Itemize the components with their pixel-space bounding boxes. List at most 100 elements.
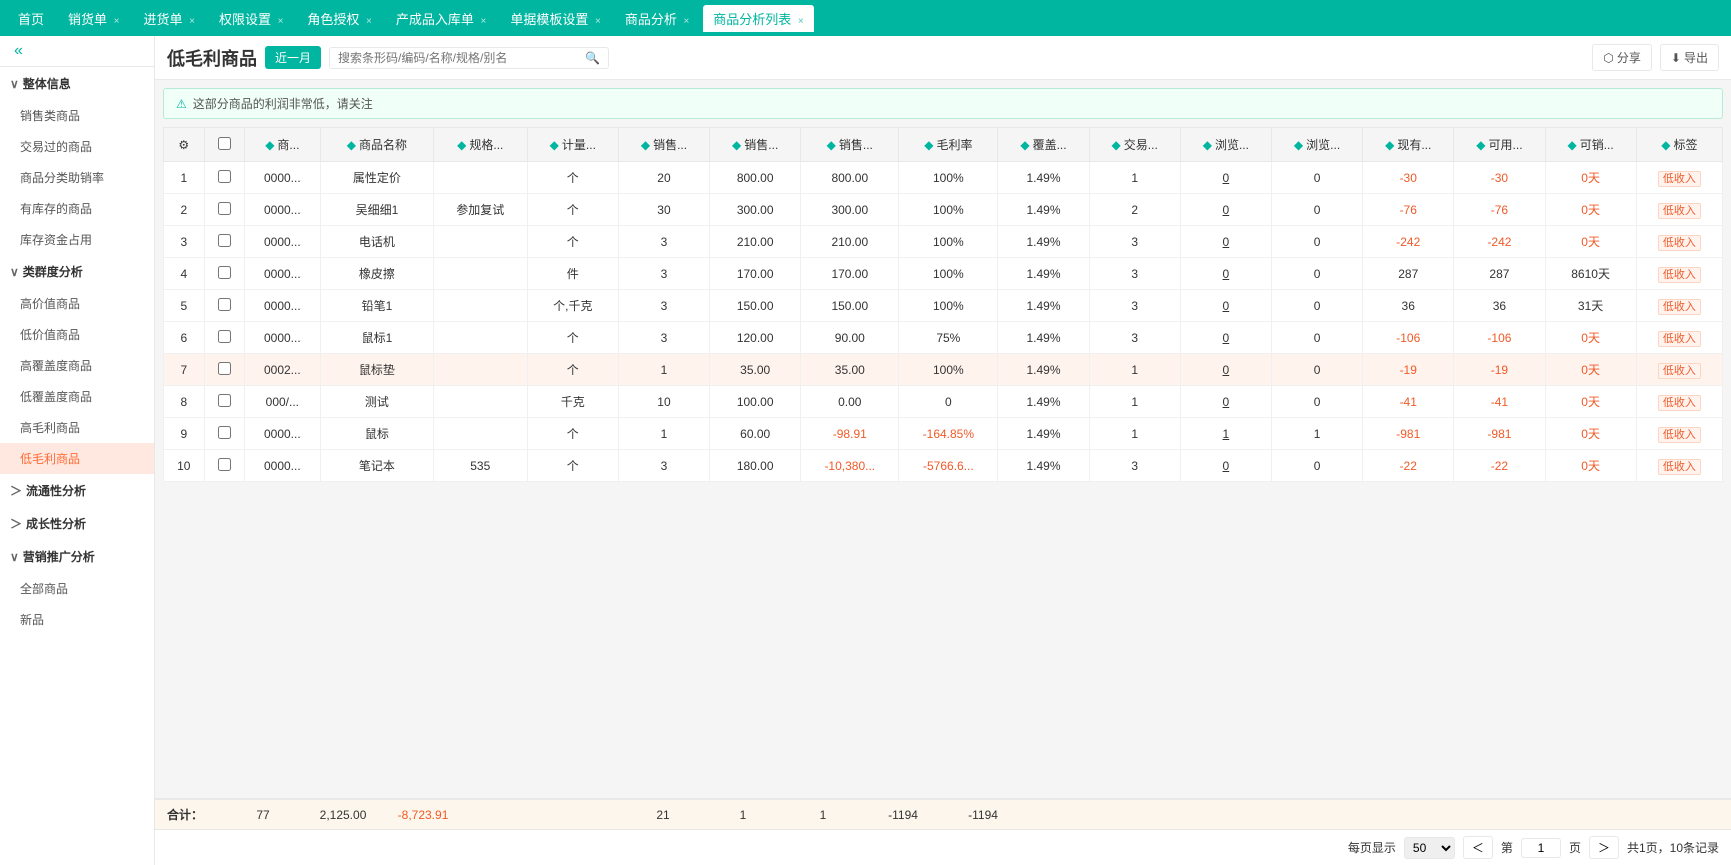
row-views1[interactable]: 0 bbox=[1180, 258, 1271, 290]
sidebar-group-growth[interactable]: ＞ 成长性分析 bbox=[0, 507, 154, 540]
row-views1[interactable]: 0 bbox=[1180, 194, 1271, 226]
nav-products[interactable]: 产成品入库单 × bbox=[386, 5, 496, 32]
row-checkbox[interactable] bbox=[204, 386, 244, 418]
nav-analysis-close[interactable]: × bbox=[683, 16, 689, 27]
row-views1[interactable]: 0 bbox=[1180, 290, 1271, 322]
table-container[interactable]: ⚙ ◆商... ◆商品名称 ◆规格... ◆计量... ◆销售... ◆销售..… bbox=[163, 127, 1723, 798]
row-views1[interactable]: 0 bbox=[1180, 226, 1271, 258]
sidebar-item-stock-goods[interactable]: 有库存的商品 bbox=[0, 193, 154, 224]
nav-products-close[interactable]: × bbox=[481, 16, 487, 27]
sidebar-collapse-btn[interactable]: « bbox=[8, 42, 29, 60]
row-select-checkbox[interactable] bbox=[218, 266, 231, 279]
sidebar-item-category-rate[interactable]: 商品分类助销率 bbox=[0, 162, 154, 193]
col-available-stock-filter[interactable]: ◆ bbox=[1476, 138, 1485, 152]
row-select-checkbox[interactable] bbox=[218, 202, 231, 215]
col-spec-filter[interactable]: ◆ bbox=[457, 138, 466, 152]
sidebar-item-low-margin[interactable]: 低毛利商品 bbox=[0, 443, 154, 474]
row-select-checkbox[interactable] bbox=[218, 170, 231, 183]
col-sales-amount-filter[interactable]: ◆ bbox=[732, 138, 741, 152]
sidebar-item-stock-funds[interactable]: 库存资金占用 bbox=[0, 224, 154, 255]
col-views2-filter[interactable]: ◆ bbox=[1294, 138, 1303, 152]
col-coverage-filter[interactable]: ◆ bbox=[1020, 138, 1029, 152]
search-input[interactable] bbox=[338, 51, 585, 65]
row-views1[interactable]: 0 bbox=[1180, 386, 1271, 418]
row-checkbox[interactable] bbox=[204, 258, 244, 290]
select-all-checkbox[interactable] bbox=[218, 137, 231, 150]
row-checkbox[interactable] bbox=[204, 162, 244, 194]
nav-sales[interactable]: 销货单 × bbox=[58, 5, 129, 32]
row-views1[interactable]: 0 bbox=[1180, 162, 1271, 194]
row-checkbox[interactable] bbox=[204, 290, 244, 322]
sidebar-item-high-margin[interactable]: 高毛利商品 bbox=[0, 412, 154, 443]
row-checkbox[interactable] bbox=[204, 194, 244, 226]
nav-template[interactable]: 单据模板设置 × bbox=[500, 5, 610, 32]
sidebar-group-marketing[interactable]: ∨ 营销推广分析 bbox=[0, 540, 154, 573]
nav-roles-close[interactable]: × bbox=[366, 16, 372, 27]
sidebar-item-high-value[interactable]: 高价值商品 bbox=[0, 288, 154, 319]
row-select-checkbox[interactable] bbox=[218, 362, 231, 375]
nav-permissions[interactable]: 权限设置 × bbox=[209, 5, 293, 32]
views1-link[interactable]: 1 bbox=[1223, 427, 1230, 441]
sidebar-item-low-coverage[interactable]: 低覆盖度商品 bbox=[0, 381, 154, 412]
sidebar-group-overall[interactable]: ∨ 整体信息 bbox=[0, 67, 154, 100]
col-transaction-filter[interactable]: ◆ bbox=[1112, 138, 1121, 152]
sidebar-group-flow[interactable]: ＞ 流通性分析 bbox=[0, 474, 154, 507]
prev-page-btn[interactable]: ＜ bbox=[1463, 836, 1493, 859]
row-checkbox[interactable] bbox=[204, 226, 244, 258]
row-checkbox[interactable] bbox=[204, 354, 244, 386]
views1-link[interactable]: 0 bbox=[1223, 171, 1230, 185]
sidebar-group-cluster[interactable]: ∨ 类群度分析 bbox=[0, 255, 154, 288]
views1-link[interactable]: 0 bbox=[1223, 459, 1230, 473]
nav-purchase[interactable]: 进货单 × bbox=[133, 5, 204, 32]
row-select-checkbox[interactable] bbox=[218, 330, 231, 343]
time-filter-button[interactable]: 近一月 bbox=[265, 46, 321, 69]
nav-analysis[interactable]: 商品分析 × bbox=[615, 5, 699, 32]
page-input[interactable] bbox=[1521, 838, 1561, 858]
nav-analysis-list[interactable]: 商品分析列表 × bbox=[703, 5, 813, 32]
next-page-btn[interactable]: ＞ bbox=[1589, 836, 1619, 859]
col-code-filter[interactable]: ◆ bbox=[265, 138, 274, 152]
row-views1[interactable]: 0 bbox=[1180, 322, 1271, 354]
row-select-checkbox[interactable] bbox=[218, 234, 231, 247]
per-page-select[interactable]: 50 100 200 bbox=[1404, 837, 1455, 859]
col-sales-profit-filter[interactable]: ◆ bbox=[827, 138, 836, 152]
row-select-checkbox[interactable] bbox=[218, 394, 231, 407]
col-unit-filter[interactable]: ◆ bbox=[550, 138, 559, 152]
sidebar-item-high-coverage[interactable]: 高覆盖度商品 bbox=[0, 350, 154, 381]
col-name-filter[interactable]: ◆ bbox=[347, 138, 356, 152]
export-button[interactable]: ⬇ 导出 bbox=[1660, 44, 1719, 71]
row-select-checkbox[interactable] bbox=[218, 426, 231, 439]
row-checkbox[interactable] bbox=[204, 418, 244, 450]
sidebar-item-sales-goods[interactable]: 销售类商品 bbox=[0, 100, 154, 131]
col-checkbox[interactable] bbox=[204, 128, 244, 162]
nav-sales-close[interactable]: × bbox=[114, 16, 120, 27]
nav-analysis-list-close[interactable]: × bbox=[798, 16, 804, 27]
row-views1[interactable]: 1 bbox=[1180, 418, 1271, 450]
nav-template-close[interactable]: × bbox=[595, 16, 601, 27]
nav-permissions-close[interactable]: × bbox=[278, 16, 284, 27]
row-views1[interactable]: 0 bbox=[1180, 450, 1271, 482]
col-settings[interactable]: ⚙ bbox=[164, 128, 205, 162]
row-select-checkbox[interactable] bbox=[218, 298, 231, 311]
nav-roles[interactable]: 角色授权 × bbox=[297, 5, 381, 32]
sidebar-item-traded-goods[interactable]: 交易过的商品 bbox=[0, 131, 154, 162]
col-gross-margin-filter[interactable]: ◆ bbox=[924, 138, 933, 152]
col-tag-filter[interactable]: ◆ bbox=[1661, 138, 1670, 152]
col-sellable-days-filter[interactable]: ◆ bbox=[1567, 138, 1576, 152]
views1-link[interactable]: 0 bbox=[1223, 203, 1230, 217]
views1-link[interactable]: 0 bbox=[1223, 331, 1230, 345]
nav-home[interactable]: 首页 bbox=[8, 5, 54, 32]
sidebar-item-all-goods[interactable]: 全部商品 bbox=[0, 573, 154, 604]
row-views1[interactable]: 0 bbox=[1180, 354, 1271, 386]
search-icon[interactable]: 🔍 bbox=[585, 51, 600, 65]
views1-link[interactable]: 0 bbox=[1223, 299, 1230, 313]
views1-link[interactable]: 0 bbox=[1223, 395, 1230, 409]
col-sales-qty-filter[interactable]: ◆ bbox=[641, 138, 650, 152]
col-current-stock-filter[interactable]: ◆ bbox=[1385, 138, 1394, 152]
views1-link[interactable]: 0 bbox=[1223, 363, 1230, 377]
row-select-checkbox[interactable] bbox=[218, 458, 231, 471]
sidebar-item-low-value[interactable]: 低价值商品 bbox=[0, 319, 154, 350]
views1-link[interactable]: 0 bbox=[1223, 235, 1230, 249]
views1-link[interactable]: 0 bbox=[1223, 267, 1230, 281]
sidebar-item-new-goods[interactable]: 新品 bbox=[0, 604, 154, 635]
